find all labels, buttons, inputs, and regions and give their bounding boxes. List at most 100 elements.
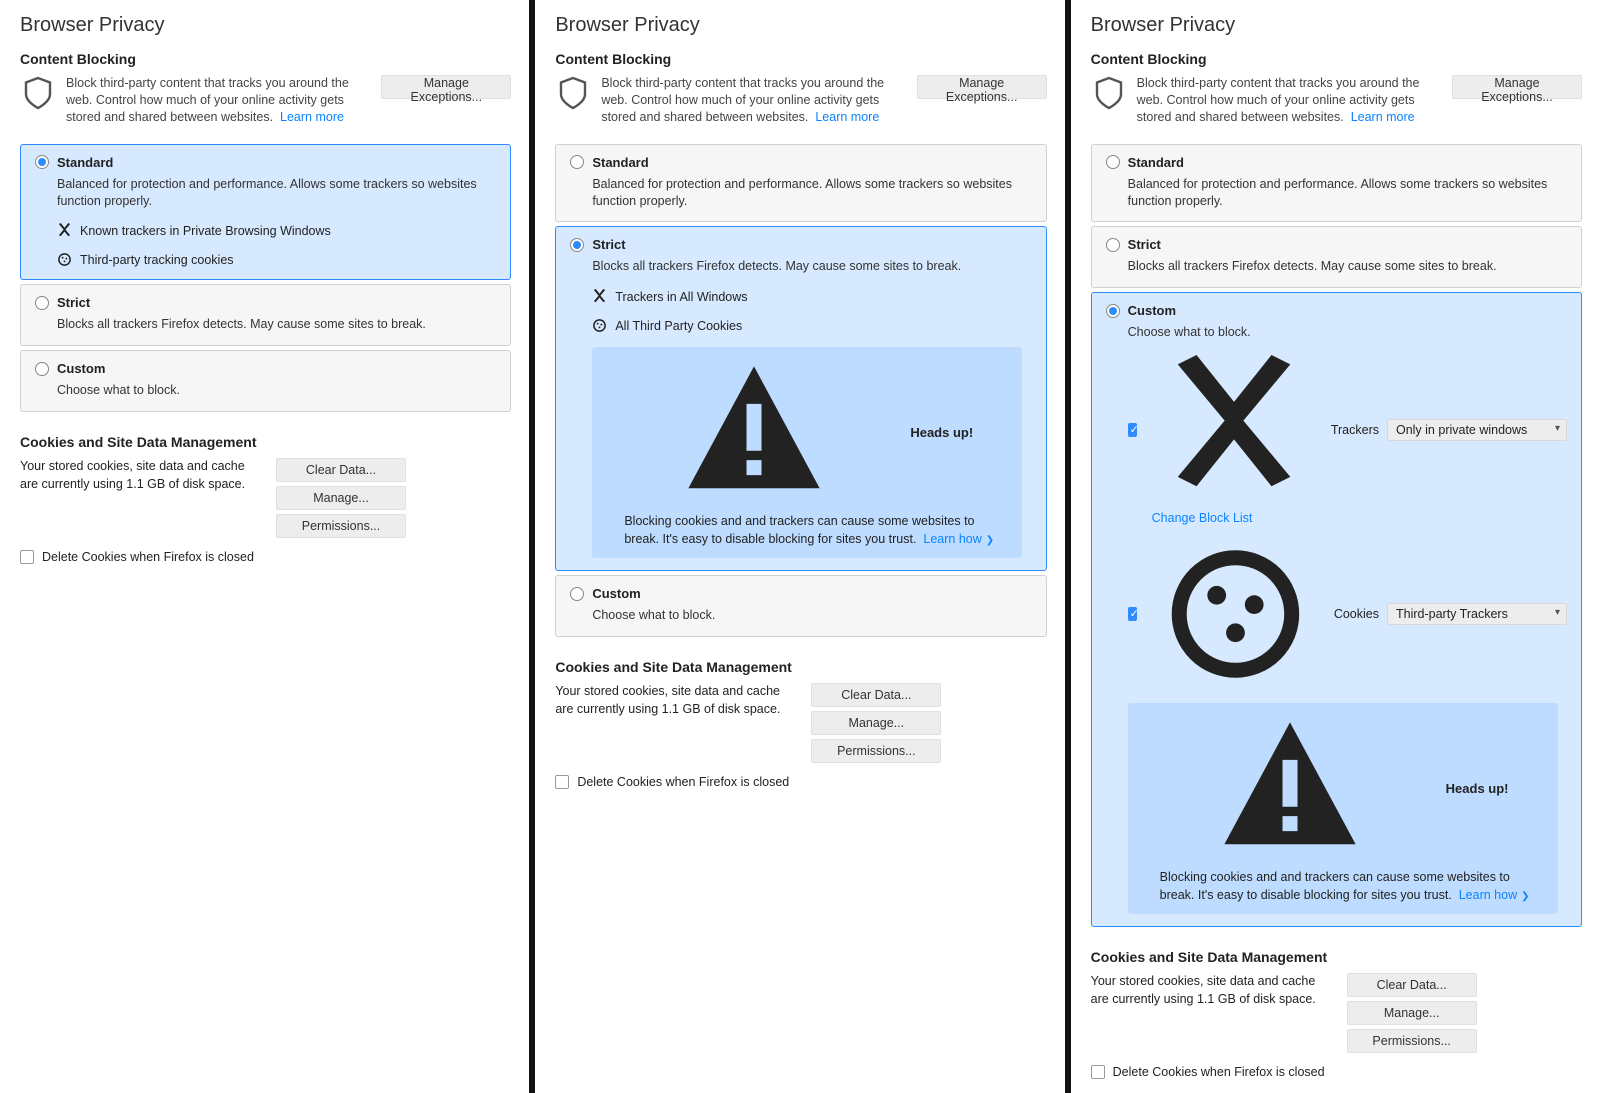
option-standard-label: Standard — [57, 155, 113, 170]
learn-more-link[interactable]: Learn more — [280, 110, 344, 124]
cookies-section-title: Cookies and Site Data Management — [555, 659, 1046, 675]
option-strict-label: Strict — [57, 295, 90, 310]
delete-on-close-checkbox[interactable] — [20, 550, 34, 564]
option-custom-label: Custom — [1128, 303, 1176, 318]
manage-button[interactable]: Manage... — [811, 711, 941, 735]
manage-exceptions-button[interactable]: Manage Exceptions... — [1452, 75, 1582, 99]
option-standard-label: Standard — [592, 155, 648, 170]
shield-icon — [555, 75, 591, 114]
option-custom-desc: Choose what to block. — [592, 607, 1031, 624]
radio-standard[interactable] — [1106, 155, 1120, 169]
prefs-panel-strict: Browser Privacy Content Blocking Block t… — [535, 0, 1070, 1093]
option-strict[interactable]: Strict Blocks all trackers Firefox detec… — [555, 226, 1046, 571]
cookies-text: Your stored cookies, site data and cache… — [20, 458, 260, 493]
option-custom[interactable]: Custom Choose what to block. Trackers On… — [1091, 292, 1582, 927]
content-blocking-title: Content Blocking — [555, 51, 1046, 67]
option-strict-desc: Blocks all trackers Firefox detects. May… — [592, 258, 1031, 275]
permissions-button[interactable]: Permissions... — [276, 514, 406, 538]
delete-on-close-label: Delete Cookies when Firefox is closed — [42, 550, 254, 564]
content-blocking-intro: Block third-party content that tracks yo… — [601, 75, 906, 126]
standard-item-cookies: Third-party tracking cookies — [80, 253, 234, 267]
learn-more-link[interactable]: Learn more — [1351, 110, 1415, 124]
prefs-panel-custom: Browser Privacy Content Blocking Block t… — [1071, 0, 1600, 1093]
option-standard-desc: Balanced for protection and performance.… — [592, 176, 1031, 210]
radio-strict[interactable] — [35, 296, 49, 310]
heads-up-box: Heads up! Blocking cookies and and track… — [592, 347, 1022, 558]
radio-strict[interactable] — [570, 238, 584, 252]
radio-standard[interactable] — [35, 155, 49, 169]
shield-icon — [1091, 75, 1127, 114]
tracker-icon — [592, 289, 607, 304]
warning-icon — [604, 357, 904, 507]
manage-button[interactable]: Manage... — [1347, 1001, 1477, 1025]
trackers-checkbox[interactable] — [1128, 423, 1137, 437]
cookie-icon — [57, 252, 72, 267]
option-strict-desc: Blocks all trackers Firefox detects. May… — [57, 316, 496, 333]
content-blocking-intro: Block third-party content that tracks yo… — [66, 75, 371, 126]
content-blocking-intro: Block third-party content that tracks yo… — [1137, 75, 1442, 126]
change-block-list-link[interactable]: Change Block List — [1152, 511, 1253, 525]
content-blocking-title: Content Blocking — [1091, 51, 1582, 67]
option-standard[interactable]: Standard Balanced for protection and per… — [20, 144, 511, 281]
content-blocking-title: Content Blocking — [20, 51, 511, 67]
learn-how-link[interactable]: Learn how❯ — [1459, 888, 1530, 902]
heads-up-box: Heads up! Blocking cookies and and track… — [1128, 703, 1558, 914]
option-custom[interactable]: Custom Choose what to block. — [555, 575, 1046, 637]
cookies-section-title: Cookies and Site Data Management — [20, 434, 511, 450]
option-strict-desc: Blocks all trackers Firefox detects. May… — [1128, 258, 1567, 275]
radio-standard[interactable] — [570, 155, 584, 169]
trackers-label: Trackers — [1331, 423, 1379, 437]
tracker-icon — [1145, 355, 1323, 505]
option-standard-label: Standard — [1128, 155, 1184, 170]
radio-custom[interactable] — [570, 587, 584, 601]
prefs-panel-standard: Browser Privacy Content Blocking Block t… — [0, 0, 535, 1093]
clear-data-button[interactable]: Clear Data... — [276, 458, 406, 482]
clear-data-button[interactable]: Clear Data... — [811, 683, 941, 707]
delete-on-close-checkbox[interactable] — [555, 775, 569, 789]
clear-data-button[interactable]: Clear Data... — [1347, 973, 1477, 997]
cookies-dropdown[interactable]: Third-party Trackers — [1387, 603, 1567, 625]
option-strict[interactable]: Strict Blocks all trackers Firefox detec… — [1091, 226, 1582, 288]
cookies-section-title: Cookies and Site Data Management — [1091, 949, 1582, 965]
option-strict-label: Strict — [592, 237, 625, 252]
option-standard[interactable]: Standard Balanced for protection and per… — [1091, 144, 1582, 223]
manage-button[interactable]: Manage... — [276, 486, 406, 510]
option-standard-desc: Balanced for protection and performance.… — [57, 176, 496, 210]
option-custom-label: Custom — [57, 361, 105, 376]
option-custom-desc: Choose what to block. — [57, 382, 496, 399]
cookie-icon — [592, 318, 607, 333]
option-standard-desc: Balanced for protection and performance.… — [1128, 176, 1567, 210]
learn-more-link[interactable]: Learn more — [815, 110, 879, 124]
radio-custom[interactable] — [35, 362, 49, 376]
trackers-dropdown[interactable]: Only in private windows — [1387, 419, 1567, 441]
strict-item-trackers: Trackers in All Windows — [615, 290, 747, 304]
cookies-text: Your stored cookies, site data and cache… — [555, 683, 795, 718]
option-strict-label: Strict — [1128, 237, 1161, 252]
delete-on-close-checkbox[interactable] — [1091, 1065, 1105, 1079]
manage-exceptions-button[interactable]: Manage Exceptions... — [917, 75, 1047, 99]
option-custom-label: Custom — [592, 586, 640, 601]
page-title: Browser Privacy — [20, 14, 511, 37]
manage-exceptions-button[interactable]: Manage Exceptions... — [381, 75, 511, 99]
delete-on-close-label: Delete Cookies when Firefox is closed — [1113, 1065, 1325, 1079]
warning-icon — [1140, 713, 1440, 863]
radio-custom[interactable] — [1106, 304, 1120, 318]
delete-on-close-label: Delete Cookies when Firefox is closed — [577, 775, 789, 789]
option-strict[interactable]: Strict Blocks all trackers Firefox detec… — [20, 284, 511, 346]
page-title: Browser Privacy — [1091, 14, 1582, 37]
cookies-label: Cookies — [1334, 607, 1379, 621]
cookies-checkbox[interactable] — [1128, 607, 1137, 621]
page-title: Browser Privacy — [555, 14, 1046, 37]
option-custom-desc: Choose what to block. — [1128, 324, 1567, 341]
permissions-button[interactable]: Permissions... — [1347, 1029, 1477, 1053]
permissions-button[interactable]: Permissions... — [811, 739, 941, 763]
option-custom[interactable]: Custom Choose what to block. — [20, 350, 511, 412]
option-standard[interactable]: Standard Balanced for protection and per… — [555, 144, 1046, 223]
standard-item-trackers: Known trackers in Private Browsing Windo… — [80, 224, 331, 238]
radio-strict[interactable] — [1106, 238, 1120, 252]
strict-item-cookies: All Third Party Cookies — [615, 319, 742, 333]
learn-how-link[interactable]: Learn how❯ — [923, 532, 994, 546]
tracker-icon — [57, 223, 72, 238]
cookie-icon — [1145, 539, 1326, 689]
shield-icon — [20, 75, 56, 114]
